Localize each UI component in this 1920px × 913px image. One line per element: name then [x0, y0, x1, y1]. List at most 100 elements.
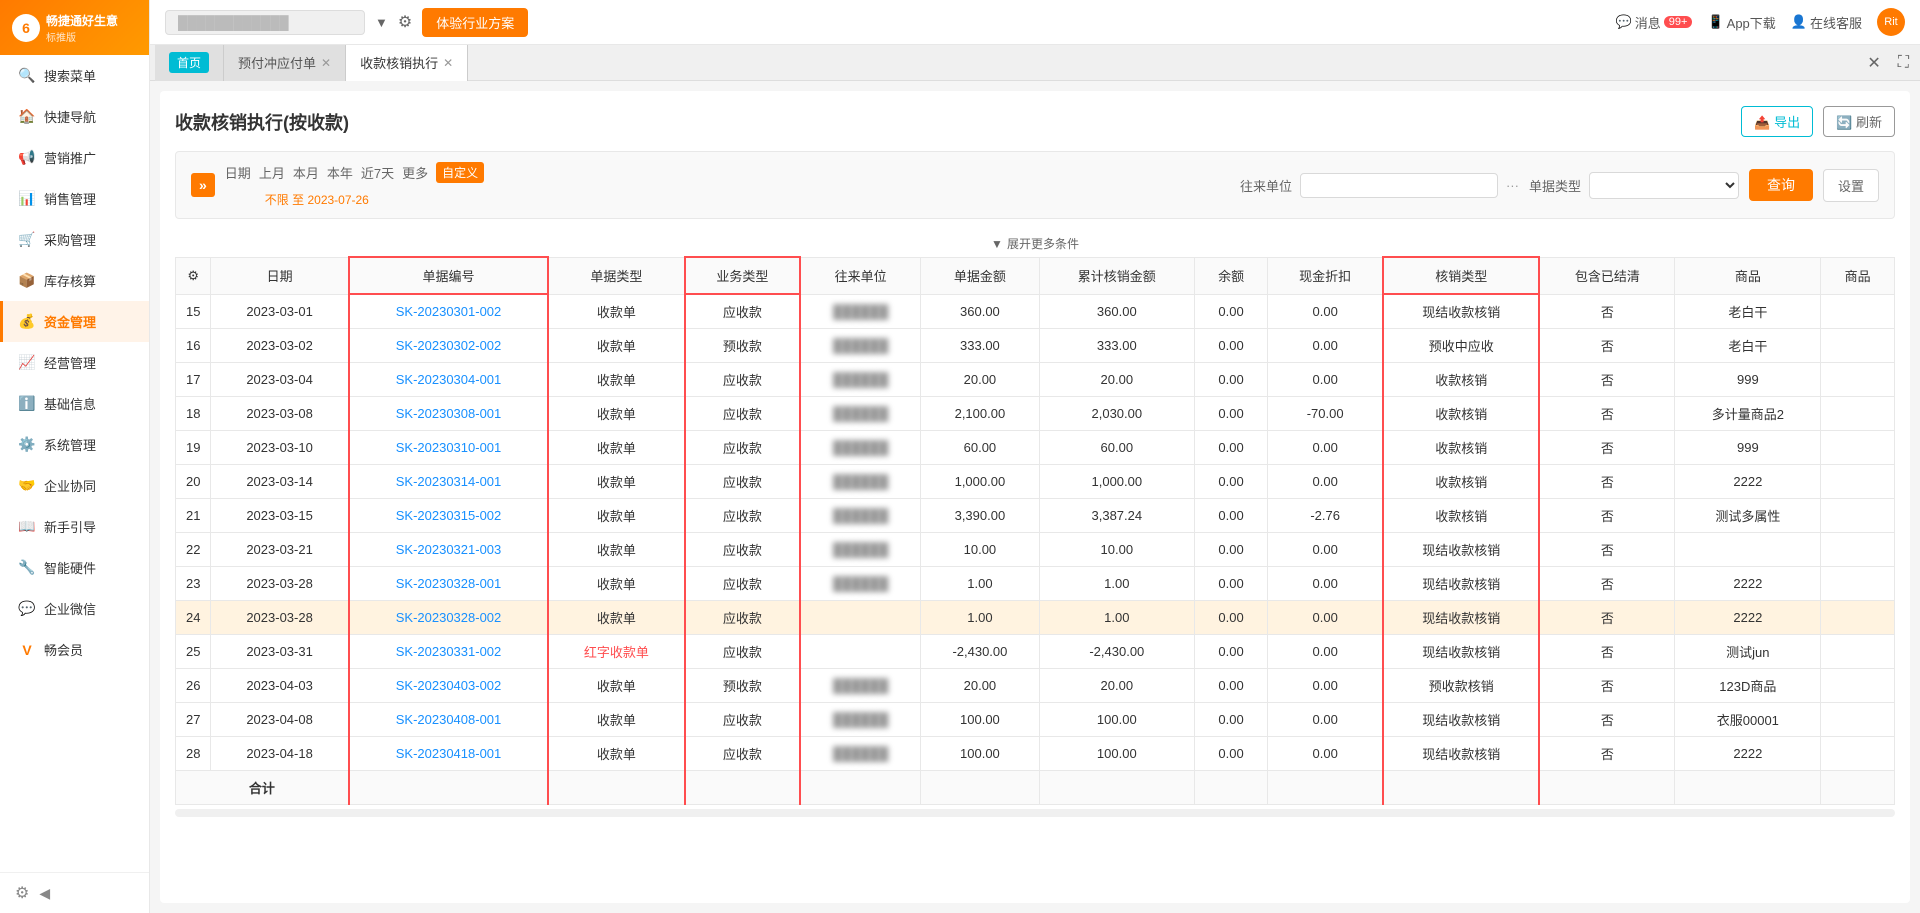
col-header-settings[interactable]: ⚙	[176, 257, 211, 294]
expand-bar[interactable]: ▼ 展开更多条件	[175, 231, 1895, 256]
sidebar-item-wechat[interactable]: 💬 企业微信	[0, 588, 149, 629]
sidebar-item-corp[interactable]: 🤝 企业协同	[0, 465, 149, 506]
basic-icon: ℹ️	[18, 395, 36, 412]
cell-docno-5: SK-20230314-001	[349, 465, 549, 499]
cell-partner-10	[800, 635, 920, 669]
sidebar-item-purchase[interactable]: 🛒 采购管理	[0, 219, 149, 260]
doc-link-5[interactable]: SK-20230314-001	[396, 474, 502, 489]
tab-verify[interactable]: 收款核销执行 ✕	[346, 45, 468, 81]
sidebar-item-operations[interactable]: 📈 经营管理	[0, 342, 149, 383]
doc-link-9[interactable]: SK-20230328-002	[396, 610, 502, 625]
doctype-select[interactable]	[1589, 172, 1739, 199]
app-download-area[interactable]: 📱 App下载	[1707, 13, 1775, 32]
table-row: 20 2023-03-14 SK-20230314-001 收款单 应收款 ██…	[176, 465, 1895, 499]
cell-no-6: 21	[176, 499, 211, 533]
doc-link-1[interactable]: SK-20230302-002	[396, 338, 502, 353]
sidebar-item-guide[interactable]: 📖 新手引导	[0, 506, 149, 547]
cell-amount-13: 100.00	[920, 737, 1039, 771]
cell-included-6: 否	[1539, 499, 1674, 533]
guide-icon: 📖	[18, 518, 36, 535]
doc-link-10[interactable]: SK-20230331-002	[396, 644, 502, 659]
cell-no-7: 22	[176, 533, 211, 567]
cell-balance-3: 0.00	[1194, 397, 1268, 431]
cell-goods1-4: 999	[1675, 431, 1821, 465]
content-area: 收款核销执行(按收款) 📤 导出 🔄 刷新 » 日期	[150, 81, 1920, 913]
wechat-icon: 💬	[18, 600, 36, 617]
dropdown-arrow-icon[interactable]: ▼	[375, 15, 388, 30]
message-icon: 💬	[1616, 14, 1632, 30]
doc-link-0[interactable]: SK-20230301-002	[396, 304, 502, 319]
export-button[interactable]: 📤 导出	[1741, 106, 1813, 137]
cell-discount-8: 0.00	[1268, 567, 1383, 601]
solution-button[interactable]: 体验行业方案	[422, 8, 528, 37]
filter-this-month[interactable]: 本月	[293, 163, 319, 182]
table-row: 24 2023-03-28 SK-20230328-002 收款单 应收款 1.…	[176, 601, 1895, 635]
sidebar-collapse-icon[interactable]: ◀	[39, 885, 50, 902]
filter-last-month[interactable]: 上月	[259, 163, 285, 182]
sidebar-item-basic[interactable]: ℹ️ 基础信息	[0, 383, 149, 424]
cell-amount-9: 1.00	[920, 601, 1039, 635]
sidebar-item-inventory[interactable]: 📦 库存核算	[0, 260, 149, 301]
cell-partner-5: ██████	[800, 465, 920, 499]
sales-icon: 📊	[18, 190, 36, 207]
user-avatar[interactable]: Rit	[1877, 8, 1905, 36]
tab-expand-button[interactable]: ⛶	[1892, 51, 1915, 75]
filter-custom-button[interactable]: 自定义	[436, 162, 484, 183]
cell-included-8: 否	[1539, 567, 1674, 601]
tab-close-pre-payment[interactable]: ✕	[321, 56, 331, 70]
tab-pre-payment[interactable]: 预付冲应付单 ✕	[224, 45, 346, 81]
sidebar-settings-icon[interactable]: ⚙	[15, 883, 29, 903]
cell-biztype-9: 应收款	[685, 601, 801, 635]
doc-link-8[interactable]: SK-20230328-001	[396, 576, 502, 591]
table-scroll-container: ⚙ 日期 单据编号 单据类型 业务类型 往来单位 单据金额 累计核销金额 余额 …	[175, 256, 1895, 817]
filter-more[interactable]: 更多	[402, 163, 428, 182]
online-service-area[interactable]: 👤 在线客服	[1791, 13, 1862, 32]
cell-partner-13: ██████	[800, 737, 920, 771]
sidebar-item-hardware[interactable]: 🔧 智能硬件	[0, 547, 149, 588]
filter-settings-button[interactable]: 设置	[1823, 169, 1879, 202]
cell-balance-9: 0.00	[1194, 601, 1268, 635]
sidebar-item-marketing[interactable]: 📢 营销推广	[0, 137, 149, 178]
refresh-button[interactable]: 🔄 刷新	[1823, 106, 1895, 137]
col-header-verified: 累计核销金额	[1039, 257, 1194, 294]
page-title: 收款核销执行(按收款)	[175, 109, 349, 135]
doc-link-2[interactable]: SK-20230304-001	[396, 372, 502, 387]
doc-link-7[interactable]: SK-20230321-003	[396, 542, 502, 557]
doc-link-13[interactable]: SK-20230418-001	[396, 746, 502, 761]
doc-link-12[interactable]: SK-20230408-001	[396, 712, 502, 727]
query-button[interactable]: 查询	[1749, 169, 1813, 201]
doc-link-3[interactable]: SK-20230308-001	[396, 406, 502, 421]
tab-close-button[interactable]: ✕	[1861, 50, 1886, 76]
filter-this-year[interactable]: 本年	[327, 163, 353, 182]
tab-home[interactable]: 首页	[155, 45, 224, 81]
col-header-discount: 现金折扣	[1268, 257, 1383, 294]
filter-row: 日期 上月 本月 本年 近7天 更多 自定义 不限 至 2023-07-26	[225, 162, 1230, 208]
tab-verify-label: 收款核销执行	[360, 53, 438, 72]
cell-goods1-13: 2222	[1675, 737, 1821, 771]
filter-7days[interactable]: 近7天	[361, 163, 394, 182]
col-header-biz-type: 业务类型	[685, 257, 801, 294]
footer-included	[1539, 771, 1674, 805]
sidebar-item-system[interactable]: ⚙️ 系统管理	[0, 424, 149, 465]
cell-biztype-6: 应收款	[685, 499, 801, 533]
sidebar-item-sales[interactable]: 📊 销售管理	[0, 178, 149, 219]
sidebar-item-search[interactable]: 🔍 搜索菜单	[0, 55, 149, 96]
cell-included-10: 否	[1539, 635, 1674, 669]
doc-link-6[interactable]: SK-20230315-002	[396, 508, 502, 523]
filter-toggle-button[interactable]: »	[191, 173, 215, 197]
sidebar-item-member[interactable]: V 畅会员	[0, 629, 149, 670]
partner-input[interactable]	[1300, 173, 1498, 198]
cell-verified-4: 60.00	[1039, 431, 1194, 465]
cell-docno-1: SK-20230302-002	[349, 329, 549, 363]
topbar-gear-icon[interactable]: ⚙	[398, 12, 412, 32]
tab-close-verify[interactable]: ✕	[443, 56, 453, 70]
cell-balance-5: 0.00	[1194, 465, 1268, 499]
sidebar-item-finance[interactable]: 💰 资金管理	[0, 301, 149, 342]
doc-link-4[interactable]: SK-20230310-001	[396, 440, 502, 455]
horizontal-scrollbar[interactable]	[175, 809, 1895, 817]
message-area[interactable]: 💬 消息 99+	[1616, 13, 1693, 32]
sidebar-item-quicknav[interactable]: 🏠 快捷导航	[0, 96, 149, 137]
cell-doctype-2: 收款单	[548, 363, 684, 397]
cell-verified-5: 1,000.00	[1039, 465, 1194, 499]
doc-link-11[interactable]: SK-20230403-002	[396, 678, 502, 693]
